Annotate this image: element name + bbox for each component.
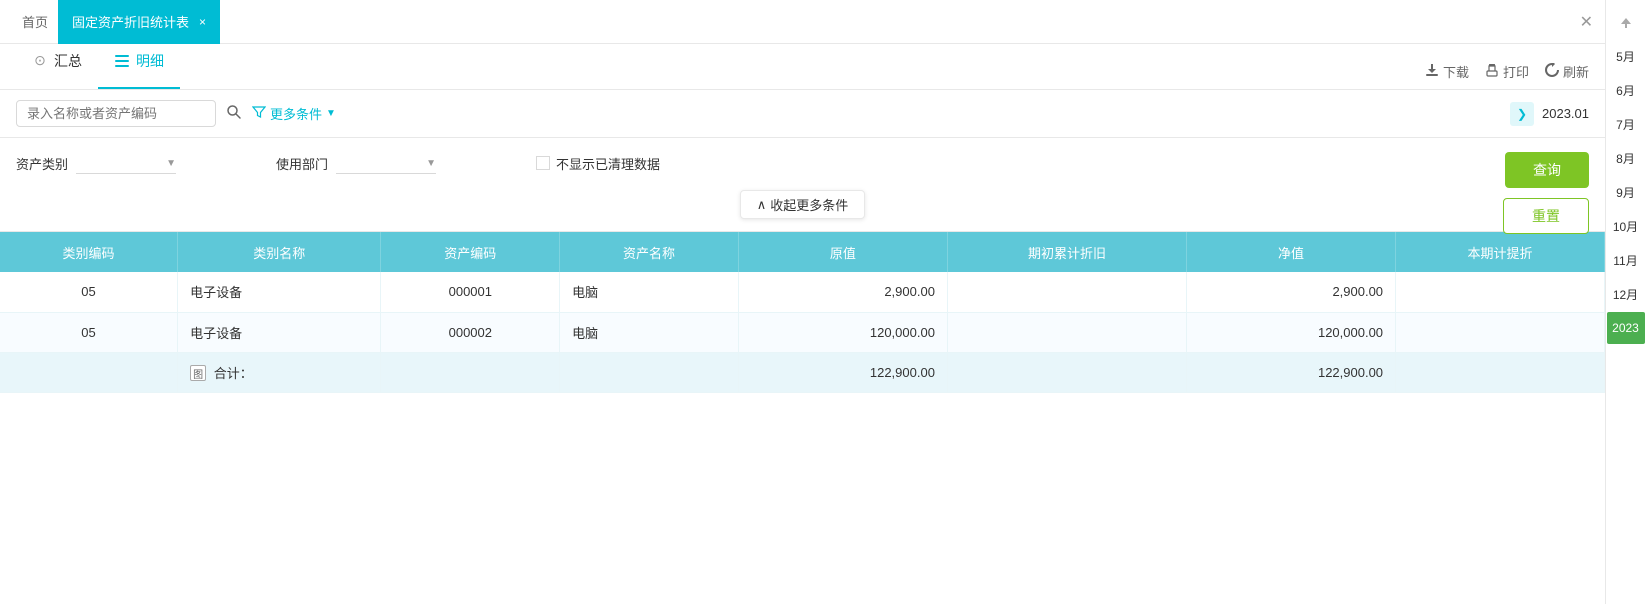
summary-icon: ⊙ bbox=[32, 53, 48, 69]
tab-close-icon[interactable]: × bbox=[199, 15, 206, 29]
total-icon: 图 bbox=[190, 365, 206, 381]
total-empty-2: 图 合计： bbox=[178, 352, 381, 392]
row2-asset-code: 000002 bbox=[381, 312, 560, 352]
print-icon bbox=[1485, 63, 1499, 80]
asset-type-select[interactable] bbox=[76, 152, 176, 174]
col-category-name: 类别名称 bbox=[178, 232, 381, 272]
total-current-period bbox=[1396, 352, 1605, 392]
row1-current-period bbox=[1396, 272, 1605, 312]
collapse-arrow-btn[interactable]: ❯ bbox=[1510, 102, 1534, 126]
window-close-icon[interactable]: ✕ bbox=[1580, 12, 1593, 32]
table-container: 类别编码 类别名称 资产编码 资产名称 原值 期初累计折旧 净值 本期计提折 0… bbox=[0, 232, 1605, 604]
search-input[interactable] bbox=[16, 100, 216, 127]
data-table: 类别编码 类别名称 资产编码 资产名称 原值 期初累计折旧 净值 本期计提折 0… bbox=[0, 232, 1605, 393]
filter-bar: 更多条件 ▼ ❯ 2023.01 bbox=[0, 90, 1605, 138]
search-icon[interactable] bbox=[226, 104, 242, 124]
col-initial-accumulated: 期初累计折旧 bbox=[947, 232, 1186, 272]
more-conditions-btn[interactable]: 更多条件 ▼ bbox=[252, 104, 336, 123]
hide-cleared-label: 不显示已清理数据 bbox=[556, 154, 660, 173]
print-btn[interactable]: 打印 bbox=[1485, 62, 1529, 81]
main-tab[interactable]: 固定资产折旧统计表 × bbox=[58, 0, 220, 44]
row1-category-code: 05 bbox=[0, 272, 178, 312]
collapse-button[interactable]: ∧ 收起更多条件 bbox=[740, 190, 866, 219]
col-original-value: 原值 bbox=[738, 232, 947, 272]
detail-icon bbox=[114, 53, 130, 69]
department-select[interactable] bbox=[336, 152, 436, 174]
table-header-row: 类别编码 类别名称 资产编码 资产名称 原值 期初累计折旧 净值 本期计提折 bbox=[0, 232, 1605, 272]
collapse-icon: ∧ bbox=[757, 197, 767, 213]
tab-summary[interactable]: ⊙ 汇总 bbox=[16, 44, 98, 89]
col-category-code: 类别编码 bbox=[0, 232, 178, 272]
date-label: 2023.01 bbox=[1542, 106, 1589, 121]
total-label: 合计： bbox=[214, 366, 253, 381]
col-asset-code: 资产编码 bbox=[381, 232, 560, 272]
total-initial-accumulated bbox=[947, 352, 1186, 392]
tab-detail-label: 明细 bbox=[136, 51, 164, 71]
sidebar-month-7[interactable]: 7月 bbox=[1607, 108, 1645, 140]
col-current-period: 本期计提折 bbox=[1396, 232, 1605, 272]
table-row: 05 电子设备 000002 电脑 120,000.00 120,000.00 bbox=[0, 312, 1605, 352]
asset-type-label: 资产类别 bbox=[16, 154, 68, 173]
query-button[interactable]: 查询 bbox=[1505, 152, 1589, 188]
total-empty-3 bbox=[381, 352, 560, 392]
sidebar-month-5[interactable]: 5月 bbox=[1607, 40, 1645, 72]
sidebar-year-2023[interactable]: 2023 bbox=[1607, 312, 1645, 344]
reset-button[interactable]: 重置 bbox=[1503, 198, 1589, 234]
advanced-filter: 资产类别 ▼ 使用部门 ▼ 不显示已清理数 bbox=[0, 138, 1605, 232]
refresh-btn[interactable]: 刷新 bbox=[1545, 62, 1589, 81]
hide-cleared-checkbox[interactable] bbox=[536, 156, 550, 170]
sidebar-month-11[interactable]: 11月 bbox=[1607, 244, 1645, 276]
total-empty-4 bbox=[560, 352, 739, 392]
download-icon bbox=[1425, 63, 1439, 80]
row1-net-value: 2,900.00 bbox=[1187, 272, 1396, 312]
sidebar-month-12[interactable]: 12月 bbox=[1607, 278, 1645, 310]
col-asset-name: 资产名称 bbox=[560, 232, 739, 272]
row2-original-value: 120,000.00 bbox=[738, 312, 947, 352]
chevron-down-icon: ▼ bbox=[326, 108, 336, 119]
tab-detail[interactable]: 明细 bbox=[98, 44, 180, 89]
row2-asset-name: 电脑 bbox=[560, 312, 739, 352]
tab-title: 固定资产折旧统计表 bbox=[72, 12, 189, 31]
total-empty-1 bbox=[0, 352, 178, 392]
row1-asset-code: 000001 bbox=[381, 272, 560, 312]
tab-summary-label: 汇总 bbox=[54, 51, 82, 71]
home-tab[interactable]: 首页 bbox=[12, 12, 58, 31]
row2-initial-accumulated bbox=[947, 312, 1186, 352]
sidebar-month-9[interactable]: 9月 bbox=[1607, 176, 1645, 208]
download-btn[interactable]: 下载 bbox=[1425, 62, 1469, 81]
asset-type-filter: 资产类别 ▼ bbox=[16, 152, 176, 174]
total-row: 图 合计： 122,900.00 122,900.00 bbox=[0, 352, 1605, 392]
department-label: 使用部门 bbox=[276, 154, 328, 173]
department-filter: 使用部门 ▼ bbox=[276, 152, 436, 174]
total-original-value: 122,900.00 bbox=[738, 352, 947, 392]
row2-category-name: 电子设备 bbox=[178, 312, 381, 352]
row2-net-value: 120,000.00 bbox=[1187, 312, 1396, 352]
tab-actions: 下载 打印 刷新 bbox=[1425, 62, 1589, 89]
row2-category-code: 05 bbox=[0, 312, 178, 352]
table-row: 05 电子设备 000001 电脑 2,900.00 2,900.00 bbox=[0, 272, 1605, 312]
right-arrow-icon: ❯ bbox=[1517, 107, 1527, 121]
refresh-icon bbox=[1545, 63, 1559, 80]
row1-initial-accumulated bbox=[947, 272, 1186, 312]
tab-bar: ⊙ 汇总 明细 下载 打印 bbox=[0, 44, 1605, 90]
sidebar-month-10[interactable]: 10月 bbox=[1607, 210, 1645, 242]
sidebar-month-8[interactable]: 8月 bbox=[1607, 142, 1645, 174]
collapse-bar: ∧ 收起更多条件 bbox=[16, 184, 1589, 221]
row1-category-name: 电子设备 bbox=[178, 272, 381, 312]
filter-icon bbox=[252, 105, 266, 122]
col-net-value: 净值 bbox=[1187, 232, 1396, 272]
row1-original-value: 2,900.00 bbox=[738, 272, 947, 312]
hide-cleared-group: 不显示已清理数据 bbox=[536, 154, 660, 173]
sidebar-month-6[interactable]: 6月 bbox=[1607, 74, 1645, 106]
sidebar-up-btn[interactable] bbox=[1607, 8, 1645, 38]
total-net-value: 122,900.00 bbox=[1187, 352, 1396, 392]
top-nav: 首页 固定资产折旧统计表 × ✕ bbox=[0, 0, 1605, 44]
row1-asset-name: 电脑 bbox=[560, 272, 739, 312]
row2-current-period bbox=[1396, 312, 1605, 352]
right-sidebar: 5月 6月 7月 8月 9月 10月 11月 12月 2023 bbox=[1605, 0, 1645, 604]
